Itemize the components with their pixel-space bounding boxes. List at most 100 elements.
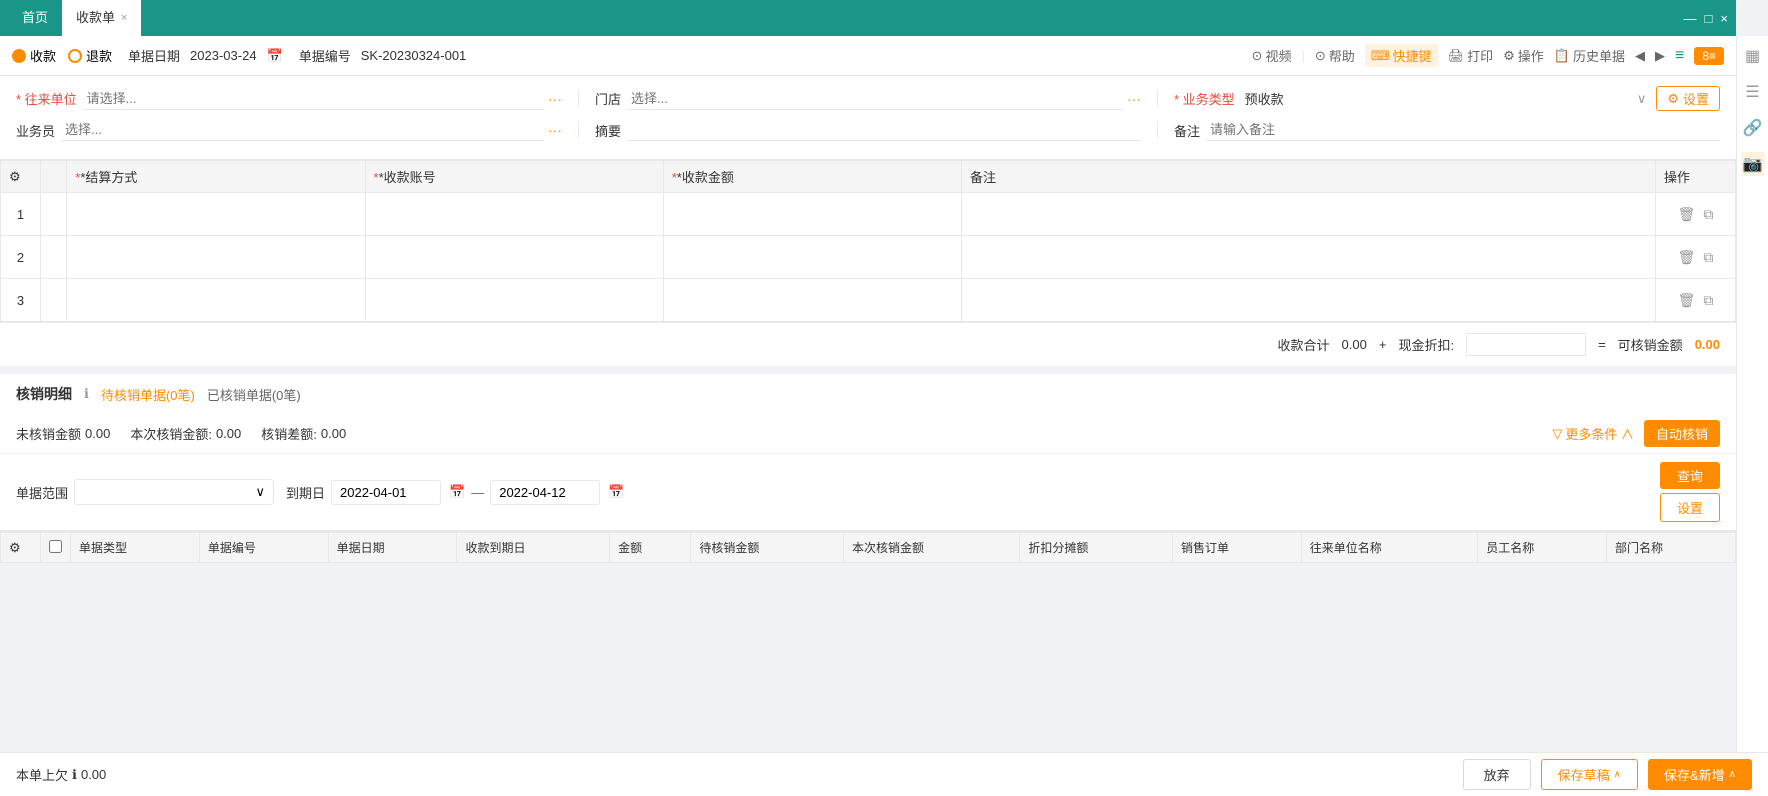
settlement-input-2[interactable]	[67, 236, 364, 278]
cell-settlement-2[interactable]	[67, 236, 365, 279]
account-input-3[interactable]	[366, 279, 663, 321]
calendar-icon[interactable]: 📅	[267, 48, 283, 64]
start-calendar-icon[interactable]: 📅	[449, 484, 465, 500]
select-all-checkbox[interactable]	[49, 540, 62, 553]
print-btn[interactable]: 🖨 打印	[1448, 46, 1494, 65]
save-draft-btn[interactable]: 保存草稿 ∧	[1541, 759, 1638, 790]
sidebar-link-icon[interactable]: 🔗	[1741, 116, 1765, 140]
cell-settlement-3[interactable]	[67, 279, 365, 322]
more-conditions-btn[interactable]: ▽ 更多条件 ∧	[1552, 424, 1634, 443]
diff-stat: 核销差额: 0.00	[261, 424, 346, 443]
counterparty-input[interactable]	[83, 88, 544, 110]
remark-input-2[interactable]	[962, 236, 1655, 278]
account-input-1[interactable]	[366, 193, 663, 235]
three-lines-icon[interactable]: ≡	[1675, 47, 1684, 65]
cell-remark-2[interactable]	[962, 236, 1656, 279]
video-btn[interactable]: ⊙ 视频	[1252, 46, 1292, 65]
due-date-start-input[interactable]	[331, 480, 441, 505]
settlement-input-1[interactable]	[67, 193, 364, 235]
help-btn[interactable]: ⊙ 帮助	[1315, 46, 1355, 65]
account-input-2[interactable]	[366, 236, 663, 278]
copy-row-1-icon[interactable]: ⧉	[1703, 206, 1713, 223]
summary-label: 摘要	[595, 121, 621, 140]
delete-row-2-icon[interactable]: 🗑	[1678, 249, 1696, 266]
business-type-dropdown-icon[interactable]: ∨	[1637, 91, 1647, 107]
bt-col-counterparty: 往来单位名称	[1301, 533, 1477, 563]
copy-row-2-icon[interactable]: ⧉	[1703, 249, 1713, 266]
cell-amount-3[interactable]	[663, 279, 961, 322]
store-more-btn[interactable]: ···	[1127, 91, 1141, 107]
amount-input-2[interactable]	[664, 236, 961, 278]
next-arrow-icon[interactable]: ▶	[1655, 48, 1665, 64]
delete-row-1-icon[interactable]: 🗑	[1678, 206, 1696, 223]
delete-row-3-icon[interactable]: 🗑	[1678, 292, 1696, 309]
pending-tab[interactable]: 待核销单据(0笔)	[101, 385, 195, 404]
cell-account-3[interactable]	[365, 279, 663, 322]
save-draft-label: 保存草稿	[1558, 765, 1610, 784]
sidebar-table-icon[interactable]: ▦	[1741, 44, 1765, 68]
cell-amount-2[interactable]	[663, 236, 961, 279]
form-row-2: 业务员 ··· 摘要 备注	[16, 119, 1720, 141]
remark-input-1[interactable]	[962, 193, 1655, 235]
remarks-input[interactable]	[1206, 119, 1720, 141]
layout-toggle[interactable]: 8≡	[1694, 47, 1724, 65]
abandon-btn[interactable]: 放弃	[1463, 759, 1531, 790]
remark-input-3[interactable]	[962, 279, 1655, 321]
active-tab[interactable]: 收款单 ×	[62, 0, 141, 36]
end-calendar-icon[interactable]: 📅	[608, 484, 624, 500]
operate-btn[interactable]: ⚙ 操作	[1503, 46, 1544, 65]
prev-arrow-icon[interactable]: ◀	[1635, 48, 1645, 64]
bt-col-check	[41, 533, 71, 563]
gear-icon[interactable]: ⚙	[9, 169, 21, 184]
cell-amount-1[interactable]	[663, 193, 961, 236]
receipt-radio[interactable]: 收款	[12, 46, 56, 65]
prev-info-icon[interactable]: ℹ	[72, 767, 77, 783]
store-input[interactable]	[627, 88, 1123, 110]
shortcut-btn[interactable]: ⌨ 快捷键	[1365, 44, 1438, 67]
salesperson-input[interactable]	[61, 119, 544, 141]
sidebar-list-icon[interactable]: ☰	[1741, 80, 1765, 104]
bt-col-employee: 员工名称	[1478, 533, 1607, 563]
cell-account-1[interactable]	[365, 193, 663, 236]
cell-settlement-1[interactable]	[67, 193, 365, 236]
writeoff-info-icon[interactable]: ℹ	[84, 386, 89, 402]
more-conditions-label: 更多条件 ∧	[1565, 424, 1634, 443]
counterparty-more-btn[interactable]: ···	[548, 91, 562, 107]
home-tab[interactable]: 首页	[8, 0, 62, 36]
maximize-icon[interactable]: □	[1705, 11, 1713, 26]
close-tab-icon[interactable]: ×	[121, 0, 127, 36]
minimize-icon[interactable]: —	[1684, 11, 1697, 26]
summary-input[interactable]	[627, 119, 1141, 141]
range-select[interactable]: ∨	[74, 479, 274, 505]
save-new-btn[interactable]: 保存&新增 ∧	[1648, 759, 1752, 790]
salesperson-more-btn[interactable]: ···	[548, 122, 562, 138]
cell-account-2[interactable]	[365, 236, 663, 279]
save-new-chevron-icon: ∧	[1729, 769, 1736, 780]
settings-button[interactable]: ⚙ 设置	[1656, 86, 1720, 111]
receipt-type-group: 收款 退款	[12, 46, 112, 65]
cell-remark-1[interactable]	[962, 193, 1656, 236]
due-date-end-input[interactable]	[490, 480, 600, 505]
sidebar-camera-icon[interactable]: 📷	[1741, 152, 1765, 176]
history-btn[interactable]: 📋 历史单据	[1554, 46, 1625, 65]
query-btn[interactable]: 查询	[1660, 462, 1720, 489]
cell-remark-3[interactable]	[962, 279, 1656, 322]
close-window-icon[interactable]: ×	[1720, 11, 1728, 26]
refund-radio[interactable]: 退款	[68, 46, 112, 65]
bt-col-gear: ⚙	[1, 533, 41, 563]
settlement-input-3[interactable]	[67, 279, 364, 321]
done-tab[interactable]: 已核销单据(0笔)	[207, 385, 301, 404]
due-date-label: 到期日	[286, 483, 325, 502]
filter-settings-btn[interactable]: 设置	[1660, 493, 1720, 522]
amount-input-3[interactable]	[664, 279, 961, 321]
auto-writeoff-btn[interactable]: 自动核销	[1644, 420, 1720, 447]
discount-input[interactable]	[1466, 333, 1586, 356]
bt-col-type: 单据类型	[71, 533, 200, 563]
copy-row-3-icon[interactable]: ⧉	[1703, 292, 1713, 309]
amount-input-1[interactable]	[664, 193, 961, 235]
bottom-gear-icon[interactable]: ⚙	[9, 540, 21, 555]
toolbar: 收款 退款 单据日期 2023-03-24 📅 单据编号 SK-20230324…	[0, 36, 1736, 76]
current-value: 0.00	[216, 426, 241, 441]
cell-ops-3: 🗑 ⧉	[1656, 279, 1736, 322]
row-num-2: 2	[1, 236, 41, 279]
